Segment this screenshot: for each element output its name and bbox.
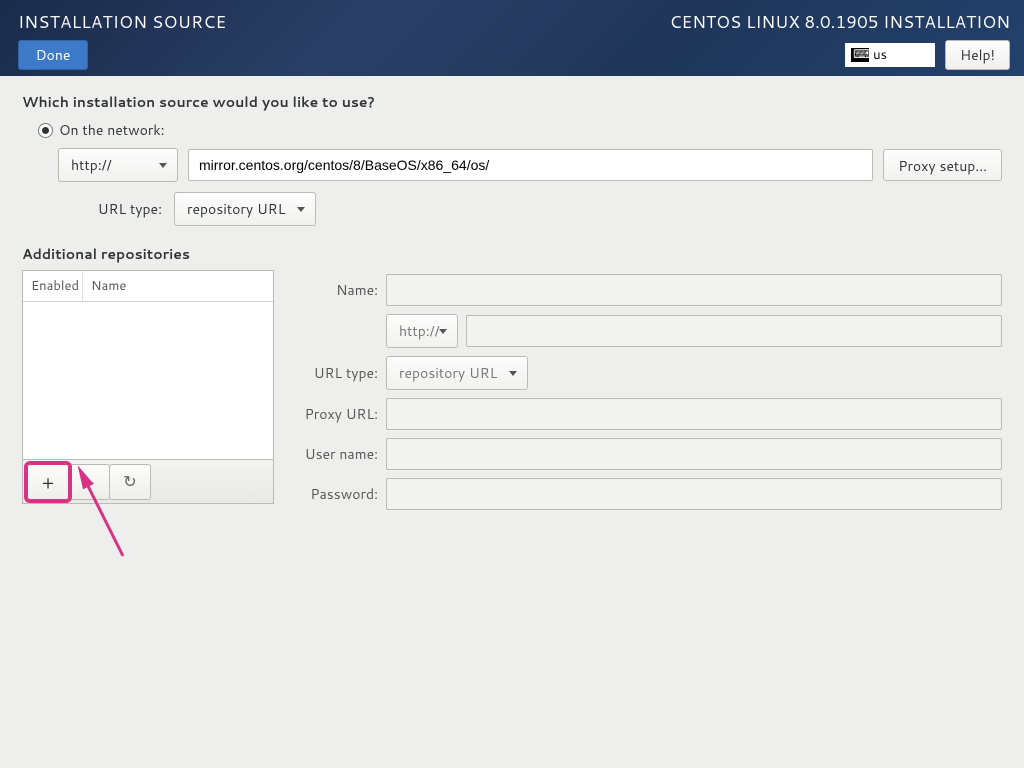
repo-proxy-label: Proxy URL:: [298, 404, 378, 424]
plus-icon: +: [42, 469, 54, 495]
source-prompt: Which installation source would you like…: [22, 92, 1002, 112]
reload-icon: ↻: [123, 470, 136, 493]
repo-url-input[interactable]: [466, 315, 1002, 347]
repo-list-header: Enabled Name: [23, 271, 273, 302]
repo-name-label: Name:: [298, 280, 378, 300]
help-button[interactable]: Help!: [945, 40, 1010, 70]
header-right: CENTOS LINUX 8.0.1905 INSTALLATION us He…: [670, 10, 1011, 68]
repo-pass-row: Password:: [298, 478, 1002, 510]
keyboard-indicator[interactable]: us: [845, 43, 935, 67]
repo-name-row: Name:: [298, 274, 1002, 306]
radio-icon: [38, 123, 53, 138]
network-url-row: http:// Proxy setup...: [58, 148, 1002, 182]
url-input[interactable]: [188, 149, 873, 181]
repo-user-input[interactable]: [386, 438, 1002, 470]
content-area: Which installation source would you like…: [0, 76, 1024, 526]
repo-urltype-label: URL type:: [298, 363, 378, 383]
radio-on-network[interactable]: On the network:: [38, 120, 1002, 140]
repo-urltype-dropdown[interactable]: repository URL: [386, 356, 528, 390]
repo-user-label: User name:: [298, 444, 378, 464]
minus-icon: −: [84, 469, 95, 495]
protocol-value: http://: [71, 155, 112, 175]
protocol-dropdown[interactable]: http://: [58, 148, 178, 182]
done-button[interactable]: Done: [18, 40, 88, 70]
keyboard-icon: [851, 48, 869, 62]
url-type-label: URL type:: [86, 199, 162, 219]
col-enabled[interactable]: Enabled: [23, 271, 83, 301]
repo-toolbar: + − ↻: [22, 460, 274, 504]
repo-name-input[interactable]: [386, 274, 1002, 306]
additional-repos-heading: Additional repositories: [22, 244, 1002, 264]
url-type-dropdown[interactable]: repository URL: [174, 192, 316, 226]
url-type-row: URL type: repository URL: [86, 192, 1002, 226]
repo-pass-label: Password:: [298, 484, 378, 504]
add-repo-button[interactable]: +: [27, 464, 69, 500]
radio-label: On the network:: [59, 120, 165, 140]
repo-proxy-row: Proxy URL:: [298, 398, 1002, 430]
proxy-setup-button[interactable]: Proxy setup...: [883, 149, 1002, 181]
distro-title: CENTOS LINUX 8.0.1905 INSTALLATION: [670, 10, 1011, 34]
repo-urltype-value: repository URL: [399, 363, 497, 383]
header-right-row: us Help!: [845, 40, 1010, 70]
repo-url-row: http://: [298, 314, 1002, 348]
repo-protocol-dropdown[interactable]: http://: [386, 314, 458, 348]
reload-repo-button[interactable]: ↻: [109, 464, 151, 500]
col-name[interactable]: Name: [83, 271, 273, 301]
header-bar: INSTALLATION SOURCE Done CENTOS LINUX 8.…: [0, 0, 1024, 76]
keyboard-layout: us: [873, 46, 887, 64]
repo-pass-input[interactable]: [386, 478, 1002, 510]
remove-repo-button[interactable]: −: [68, 464, 110, 500]
repos-area: Enabled Name + − ↻ Name:: [22, 270, 1002, 510]
repo-urltype-row: URL type: repository URL: [298, 356, 1002, 390]
header-left: INSTALLATION SOURCE Done: [18, 10, 226, 68]
repo-protocol-value: http://: [399, 321, 440, 341]
repo-list[interactable]: Enabled Name: [22, 270, 274, 460]
repos-left: Enabled Name + − ↻: [22, 270, 274, 504]
url-type-value: repository URL: [187, 199, 285, 219]
repo-proxy-input[interactable]: [386, 398, 1002, 430]
repo-details-form: Name: http:// URL type: repository URL P…: [298, 274, 1002, 510]
page-title: INSTALLATION SOURCE: [18, 10, 226, 34]
repo-user-row: User name:: [298, 438, 1002, 470]
